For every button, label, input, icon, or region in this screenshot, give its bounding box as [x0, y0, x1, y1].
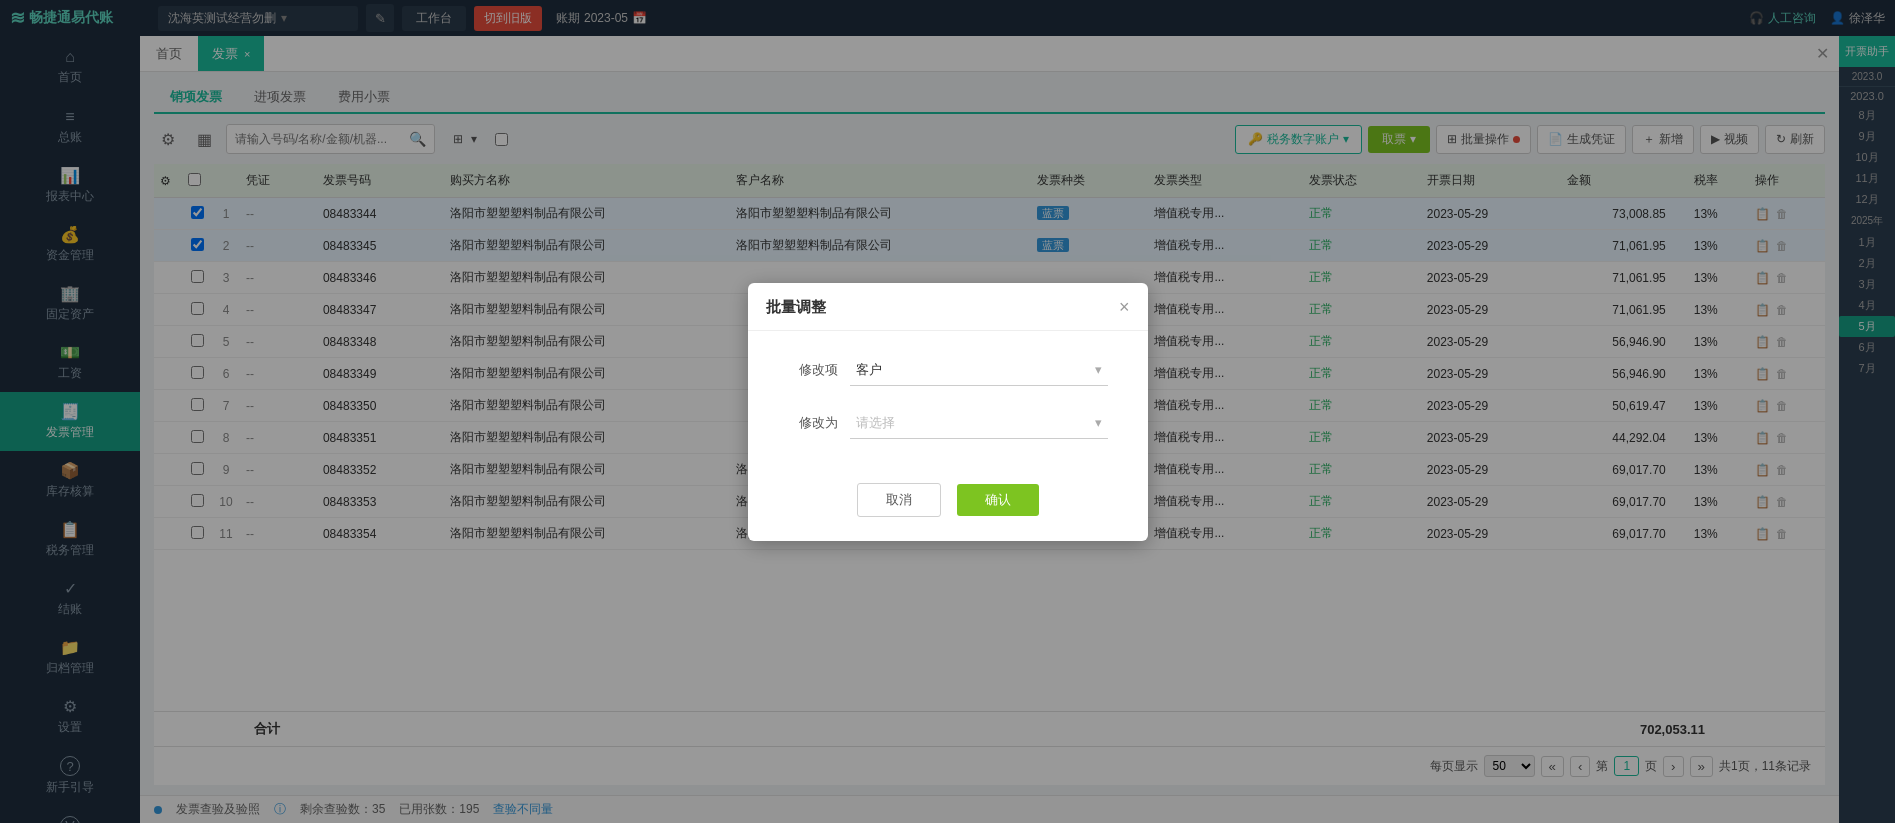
- value-dropdown-icon: ▾: [1095, 415, 1102, 430]
- value-select[interactable]: 请选择 ▾: [850, 408, 1108, 439]
- modal-body: 修改项 客户 ▾ 修改为 请选择 ▾: [748, 331, 1148, 473]
- modal-header: 批量调整 ×: [748, 283, 1148, 331]
- field-dropdown-icon: ▾: [1095, 362, 1102, 377]
- field-row: 修改项 客户 ▾: [788, 355, 1108, 386]
- modal-overlay: 批量调整 × 修改项 客户 ▾ 修改为 请选择 ▾ 取消 确认: [0, 0, 1895, 823]
- value-label: 修改为: [788, 414, 838, 432]
- confirm-button[interactable]: 确认: [957, 484, 1039, 516]
- modal-footer: 取消 确认: [748, 473, 1148, 541]
- modal-title: 批量调整: [766, 298, 826, 317]
- value-row: 修改为 请选择 ▾: [788, 408, 1108, 439]
- field-select[interactable]: 客户 ▾: [850, 355, 1108, 386]
- cancel-button[interactable]: 取消: [857, 483, 941, 517]
- batch-adjust-modal: 批量调整 × 修改项 客户 ▾ 修改为 请选择 ▾ 取消 确认: [748, 283, 1148, 541]
- value-placeholder: 请选择: [856, 414, 895, 432]
- field-value: 客户: [856, 361, 882, 379]
- modal-close-btn[interactable]: ×: [1119, 297, 1130, 318]
- field-label: 修改项: [788, 361, 838, 379]
